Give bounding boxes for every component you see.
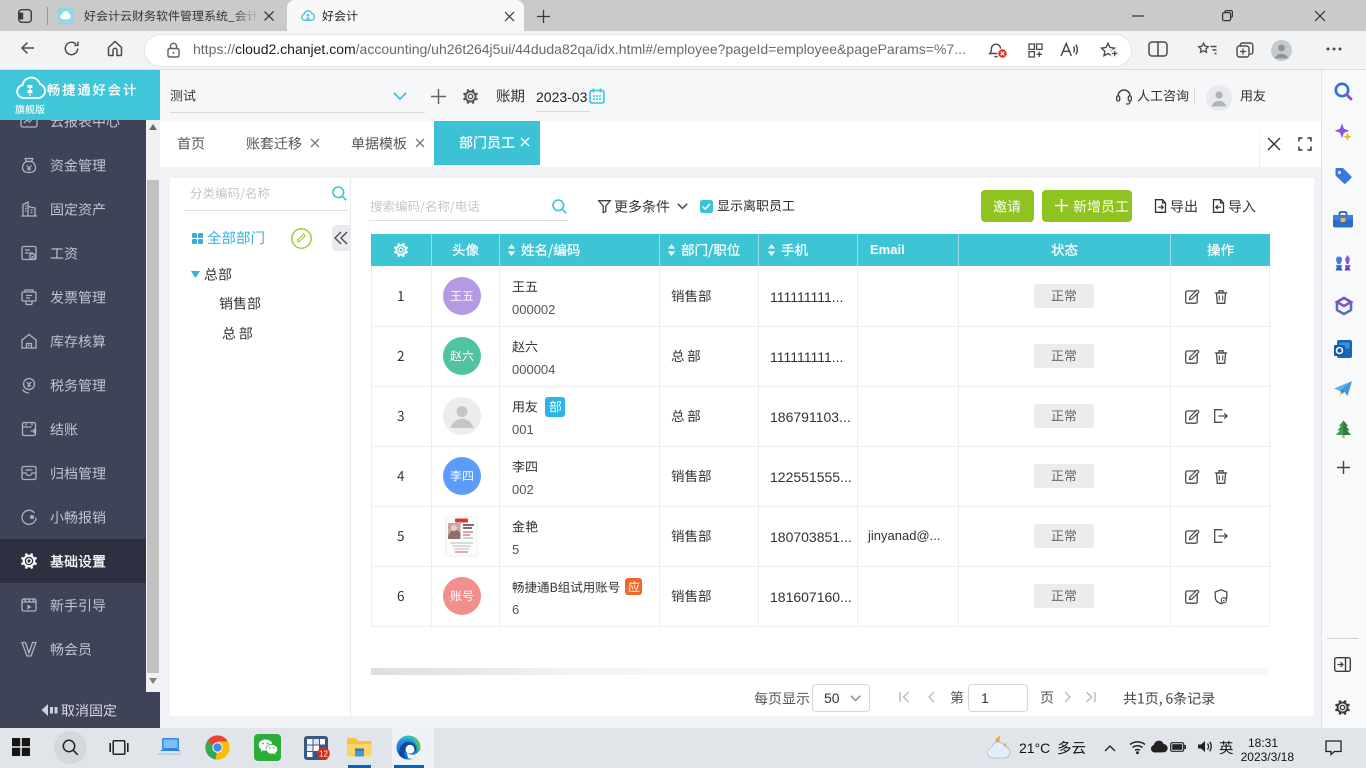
svg-text:12: 12	[319, 749, 328, 758]
